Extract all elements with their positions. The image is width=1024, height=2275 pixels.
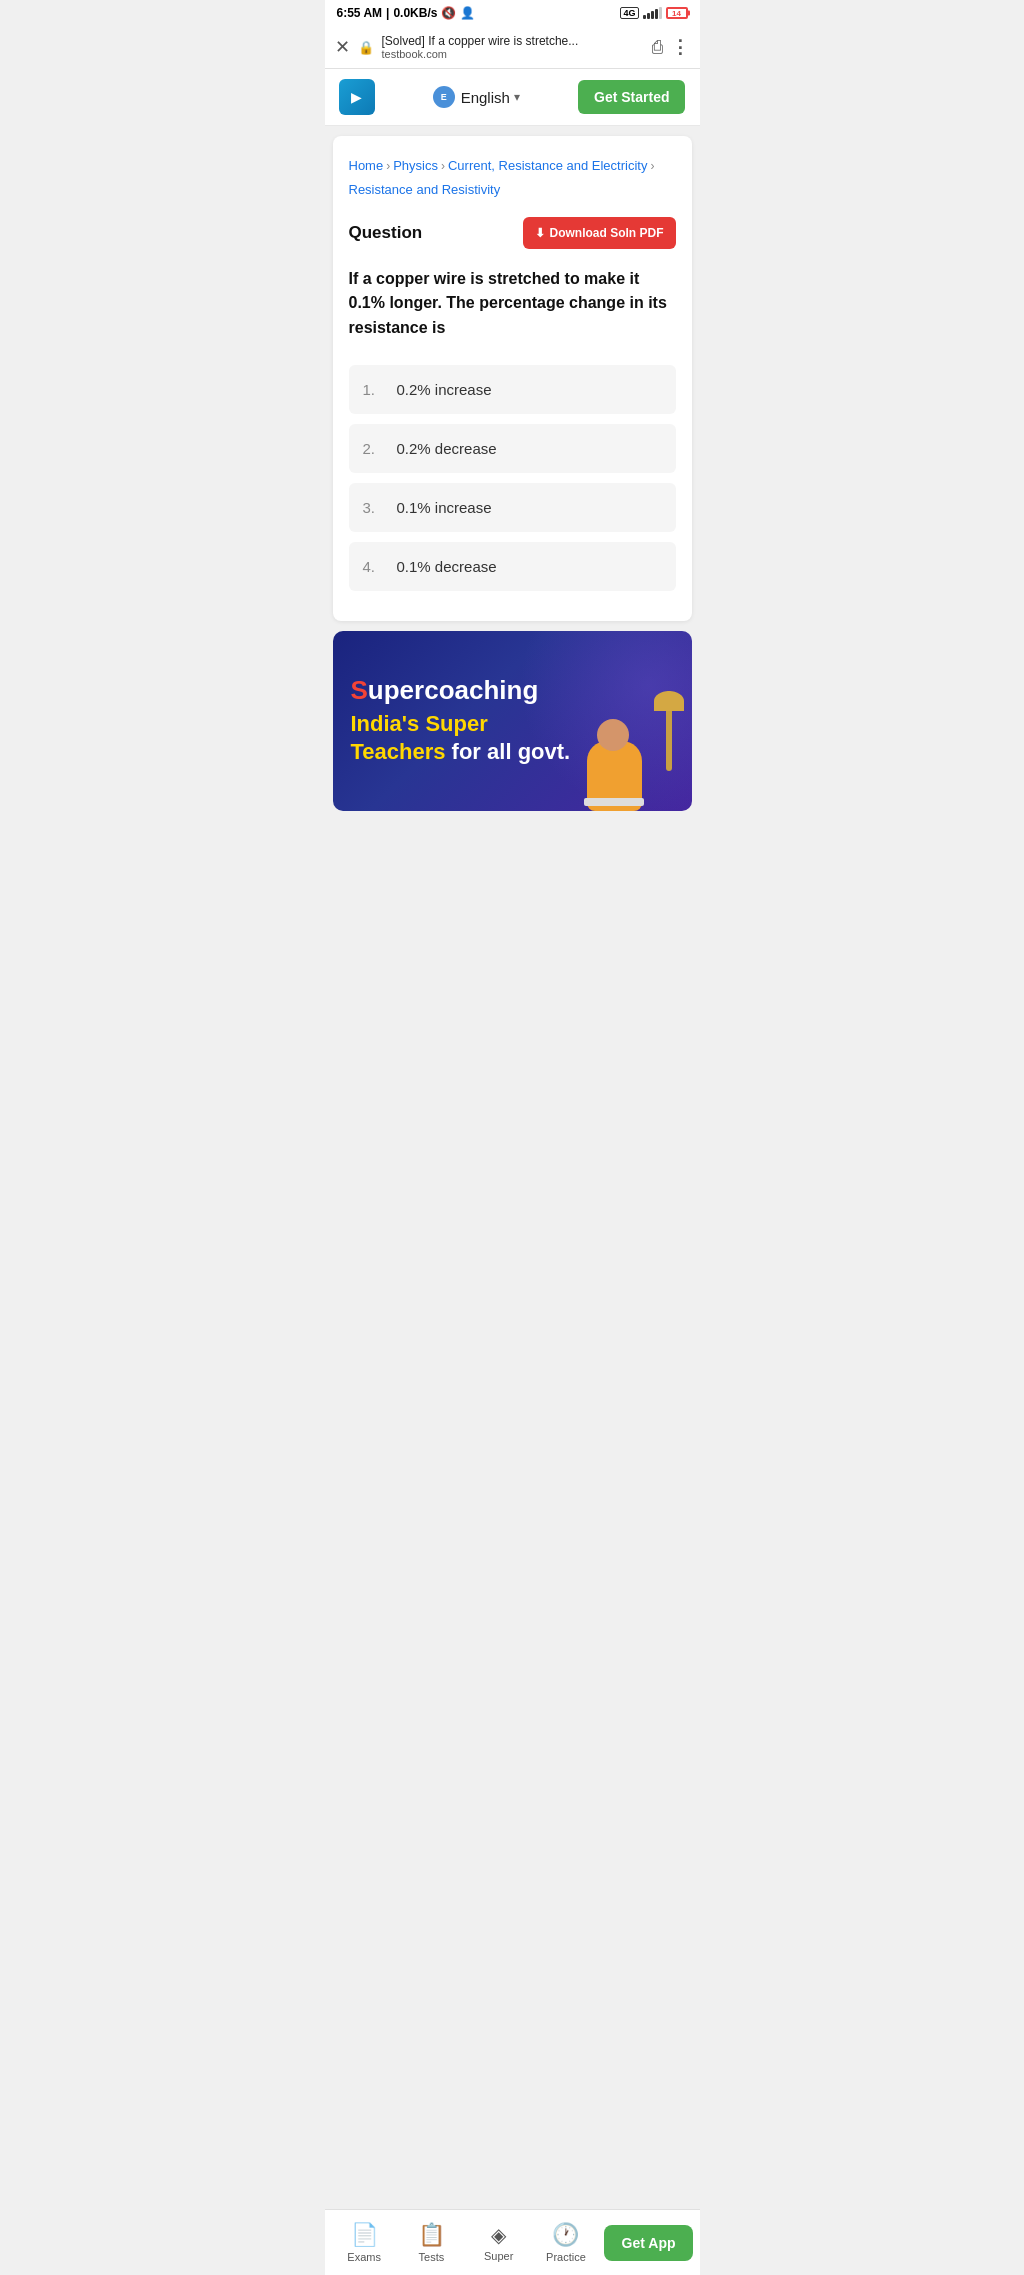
- signal-bars: [643, 7, 662, 19]
- browser-url: [Solved] If a copper wire is stretche...…: [382, 34, 644, 60]
- super-rest: upercoaching: [368, 675, 538, 705]
- user-icon: 👤: [460, 6, 475, 20]
- battery-level: 14: [672, 9, 681, 18]
- browser-menu-icon[interactable]: ⋮: [671, 36, 690, 58]
- option-2-num: 2.: [363, 440, 383, 457]
- option-4-text: 0.1% decrease: [397, 558, 497, 575]
- breadcrumb-category[interactable]: Current, Resistance and Electricity: [448, 156, 647, 177]
- option-4-num: 4.: [363, 558, 383, 575]
- data-speed: 0.0KB/s: [393, 6, 437, 20]
- banner-illustration: [582, 691, 672, 811]
- option-2-text: 0.2% decrease: [397, 440, 497, 457]
- status-left: 6:55 AM | 0.0KB/s 🔇 👤: [337, 6, 476, 20]
- download-pdf-button[interactable]: ⬇ Download Soln PDF: [523, 217, 676, 249]
- domain-label: testbook.com: [382, 48, 644, 60]
- mute-icon: 🔇: [441, 6, 456, 20]
- download-icon: ⬇: [535, 226, 545, 240]
- question-label: Question: [349, 223, 423, 243]
- question-header: Question ⬇ Download Soln PDF: [349, 217, 676, 249]
- main-content-card: Home › Physics › Current, Resistance and…: [333, 136, 692, 621]
- option-2[interactable]: 2. 0.2% decrease: [349, 424, 676, 473]
- share-icon[interactable]: ⎙: [652, 37, 663, 58]
- breadcrumb-sep-1: ›: [386, 157, 390, 176]
- nav-bar: E English ▾ Get Started: [325, 69, 700, 126]
- chevron-down-icon: ▾: [514, 90, 520, 104]
- page-title: [Solved] If a copper wire is stretche...: [382, 34, 644, 48]
- status-bar: 6:55 AM | 0.0KB/s 🔇 👤 4G 14: [325, 0, 700, 26]
- language-button[interactable]: English ▾: [461, 89, 520, 106]
- lte-label: 4G: [620, 7, 638, 19]
- question-text: If a copper wire is stretched to make it…: [349, 267, 676, 341]
- breadcrumb-sep-2: ›: [441, 157, 445, 176]
- breadcrumb: Home › Physics › Current, Resistance and…: [349, 156, 676, 201]
- supercoaching-banner[interactable]: Supercoaching India's SuperTeachers for …: [333, 631, 692, 811]
- browser-bar: ✕ 🔒 [Solved] If a copper wire is stretch…: [325, 26, 700, 69]
- get-started-button[interactable]: Get Started: [578, 80, 685, 114]
- option-4[interactable]: 4. 0.1% decrease: [349, 542, 676, 591]
- close-tab-button[interactable]: ✕: [335, 36, 350, 58]
- breadcrumb-home[interactable]: Home: [349, 156, 384, 177]
- options-list: 1. 0.2% increase 2. 0.2% decrease 3. 0.1…: [349, 365, 676, 591]
- breadcrumb-sep-3: ›: [650, 157, 654, 176]
- network-speed: |: [386, 6, 389, 20]
- option-1[interactable]: 1. 0.2% increase: [349, 365, 676, 414]
- option-1-num: 1.: [363, 381, 383, 398]
- language-icon: E: [433, 86, 455, 108]
- download-btn-label: Download Soln PDF: [550, 226, 664, 240]
- app-logo[interactable]: [339, 79, 375, 115]
- banner-line2: for all govt.: [452, 739, 571, 764]
- language-selector[interactable]: E English ▾: [433, 86, 520, 108]
- option-3[interactable]: 3. 0.1% increase: [349, 483, 676, 532]
- breadcrumb-physics[interactable]: Physics: [393, 156, 438, 177]
- language-label: English: [461, 89, 510, 106]
- lock-icon: 🔒: [358, 40, 374, 55]
- option-3-text: 0.1% increase: [397, 499, 492, 516]
- super-s: S: [351, 675, 368, 705]
- language-icon-text: E: [441, 92, 447, 102]
- battery-icon: 14: [666, 7, 688, 19]
- option-1-text: 0.2% increase: [397, 381, 492, 398]
- breadcrumb-current: Resistance and Resistivity: [349, 180, 501, 201]
- option-3-num: 3.: [363, 499, 383, 516]
- time: 6:55 AM: [337, 6, 383, 20]
- status-right: 4G 14: [620, 7, 687, 19]
